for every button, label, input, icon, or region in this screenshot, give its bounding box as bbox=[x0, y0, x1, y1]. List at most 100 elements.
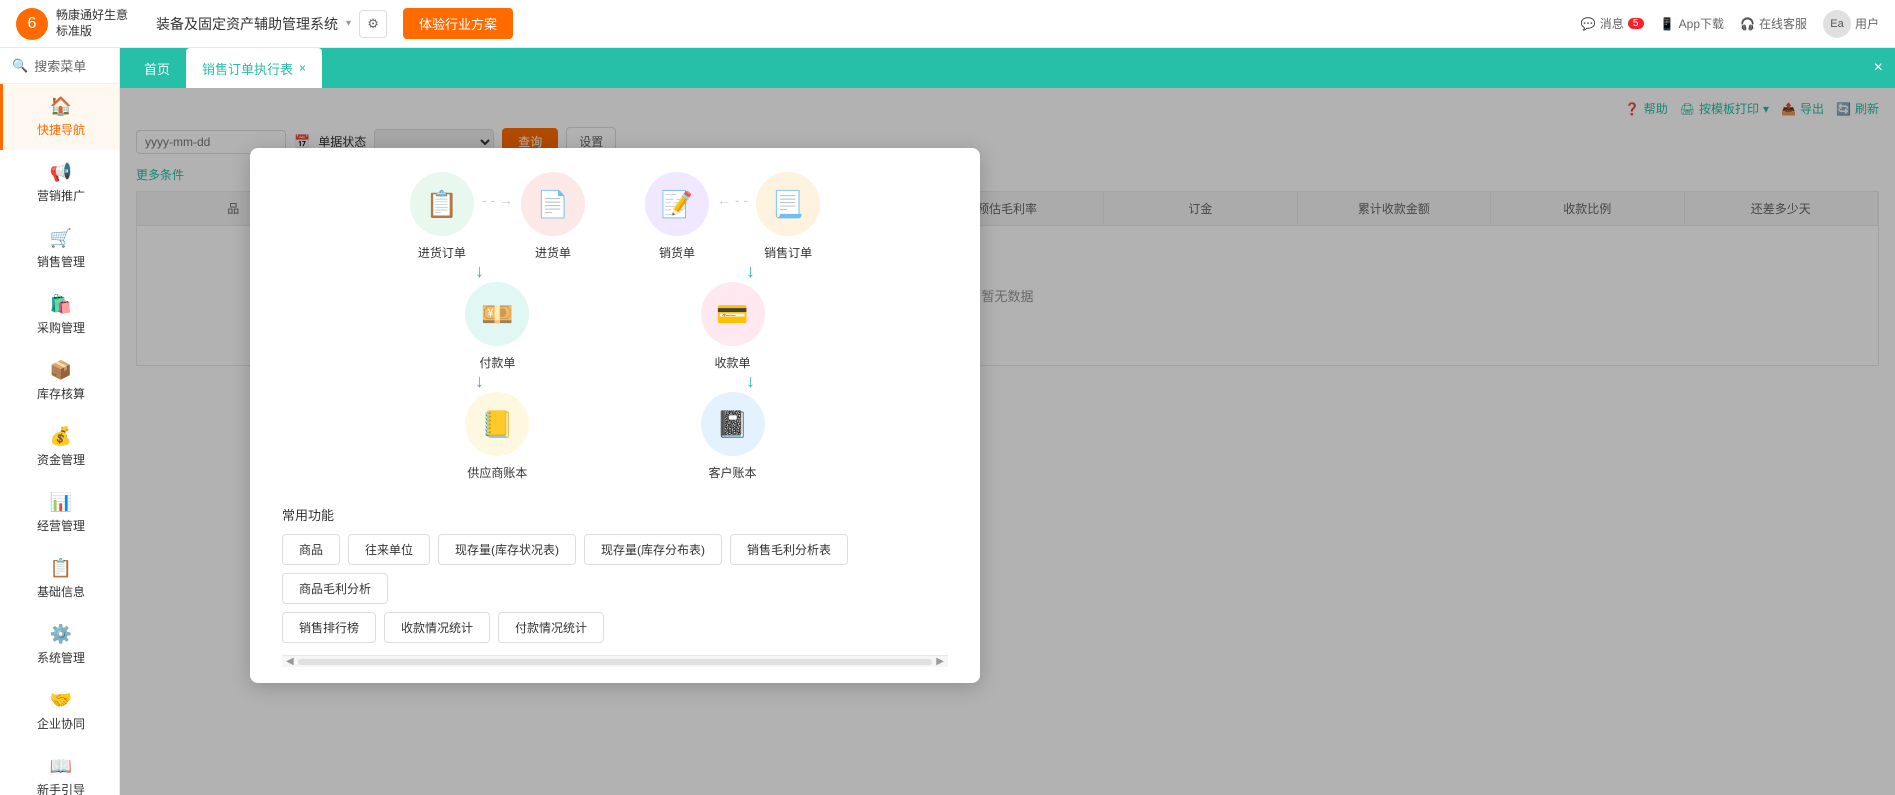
sales-icon: 🛒 bbox=[50, 228, 72, 249]
v-arrow-customer: ↓ bbox=[746, 371, 755, 392]
quick-nav-icon: 🏠 bbox=[50, 96, 72, 117]
sidebar-item-guide[interactable]: 📖 新手引导 bbox=[0, 744, 119, 795]
top-header: 6 畅康通好生意 标准版 装备及固定资产辅助管理系统 ▾ ⚙ 体验行业方案 💬 … bbox=[0, 0, 1895, 48]
tab-close-icon[interactable]: × bbox=[299, 61, 306, 75]
online-service-button[interactable]: 🎧 在线客服 bbox=[1740, 15, 1807, 32]
common-func-button[interactable]: 往来单位 bbox=[348, 534, 430, 565]
tab-close-right-button[interactable]: × bbox=[1870, 55, 1887, 81]
scroll-area: ◀ ▶ bbox=[282, 655, 948, 667]
online-service-label: 在线客服 bbox=[1759, 15, 1807, 32]
system-label: 系统管理 bbox=[37, 649, 85, 666]
header-right: 💬 消息 5 📱 App下载 🎧 在线客服 Ea 用户 bbox=[1581, 10, 1879, 38]
flow-item-sales-order[interactable]: 📃 销售订单 bbox=[756, 172, 820, 261]
avatar: Ea bbox=[1823, 10, 1851, 38]
common-func-button[interactable]: 现存量(库存分布表) bbox=[584, 534, 722, 565]
flow-item-purchase-slip[interactable]: 📄 进货单 bbox=[521, 172, 585, 261]
user-label: 用户 bbox=[1855, 15, 1879, 32]
common-func-button[interactable]: 商品 bbox=[282, 534, 340, 565]
marketing-label: 营销推广 bbox=[37, 187, 85, 204]
brand-line1: 畅康通好生意 bbox=[56, 8, 128, 24]
flow-item-supplier-ledger[interactable]: 📒 供应商账本 bbox=[465, 392, 529, 481]
supplier-ledger-icon: 📒 bbox=[465, 392, 529, 456]
flow-diagram: 📋 进货订单 - - → 📄 进货单 bbox=[282, 172, 948, 481]
flow-col-right: 📝 销货单 ← - - 📃 销售订单 bbox=[645, 172, 820, 481]
customer-ledger-label: 客户账本 bbox=[709, 464, 757, 481]
scroll-bar[interactable] bbox=[298, 659, 933, 665]
search-icon: 🔍 bbox=[12, 58, 28, 74]
flow-item-customer-ledger[interactable]: 📓 客户账本 bbox=[701, 392, 765, 481]
sales-slip-icon: 📝 bbox=[645, 172, 709, 236]
v-arrow-receipt: ↓ bbox=[746, 261, 755, 282]
app-download-button[interactable]: 📱 App下载 bbox=[1660, 15, 1724, 32]
v-arrow-supplier: ↓ bbox=[475, 371, 484, 392]
operations-label: 经营管理 bbox=[37, 517, 85, 534]
message-icon: 💬 bbox=[1581, 17, 1596, 31]
payment-icon: 💴 bbox=[465, 282, 529, 346]
finance-label: 资金管理 bbox=[37, 451, 85, 468]
receipt-icon: 💳 bbox=[701, 282, 765, 346]
common-title: 常用功能 bbox=[282, 505, 948, 524]
flow-row-bottom-left: 💴 付款单 bbox=[465, 282, 529, 371]
tab-home[interactable]: 首页 bbox=[128, 48, 186, 88]
quick-nav-label: 快捷导航 bbox=[37, 121, 85, 138]
sidebar-item-sales[interactable]: 🛒 销售管理 bbox=[0, 216, 119, 282]
guide-icon: 📖 bbox=[50, 756, 72, 777]
flow-row-supplier: 📒 供应商账本 bbox=[465, 392, 529, 481]
common-buttons-row1: 商品往来单位现存量(库存状况表) 现存量(库存分布表) 销售毛利分析表商品毛利分析 bbox=[282, 534, 948, 604]
payment-label: 付款单 bbox=[479, 354, 515, 371]
experience-button[interactable]: 体验行业方案 bbox=[403, 8, 513, 39]
search-label: 搜索菜单 bbox=[34, 56, 86, 75]
common-func-button[interactable]: 付款情况统计 bbox=[498, 612, 604, 643]
sidebar-item-inventory[interactable]: 📦 库存核算 bbox=[0, 348, 119, 414]
sidebar-search[interactable]: 🔍 搜索菜单 bbox=[0, 48, 119, 84]
flow-col-left: 📋 进货订单 - - → 📄 进货单 bbox=[410, 172, 585, 481]
common-func-button[interactable]: 销售排行榜 bbox=[282, 612, 376, 643]
flow-item-payment[interactable]: 💴 付款单 bbox=[465, 282, 529, 371]
purchase-slip-label: 进货单 bbox=[535, 244, 571, 261]
flow-item-receipt[interactable]: 💳 收款单 bbox=[701, 282, 765, 371]
sidebar-item-marketing[interactable]: 📢 营销推广 bbox=[0, 150, 119, 216]
purchase-slip-icon: 📄 bbox=[521, 172, 585, 236]
scroll-right-button[interactable]: ▶ bbox=[936, 656, 944, 667]
tab-sales-order[interactable]: 销售订单执行表 × bbox=[186, 48, 322, 88]
sales-slip-label: 销货单 bbox=[659, 244, 695, 261]
user-area[interactable]: Ea 用户 bbox=[1823, 10, 1879, 38]
sidebar-item-quick-nav[interactable]: 🏠 快捷导航 bbox=[0, 84, 119, 150]
avatar-text: Ea bbox=[1830, 18, 1843, 30]
common-func-button[interactable]: 商品毛利分析 bbox=[282, 573, 388, 604]
marketing-icon: 📢 bbox=[50, 162, 72, 183]
flow-item-sales-slip[interactable]: 📝 销货单 bbox=[645, 172, 709, 261]
sidebar-item-basic-info[interactable]: 📋 基础信息 bbox=[0, 546, 119, 612]
basic-info-label: 基础信息 bbox=[37, 583, 85, 600]
system-icon: ⚙️ bbox=[50, 624, 72, 645]
sidebar-items: 🏠 快捷导航 📢 营销推广 🛒 销售管理 🛍️ 采购管理 📦 库存核算 💰 资金… bbox=[0, 84, 119, 795]
tab-bar: 首页 销售订单执行表 × × bbox=[120, 48, 1895, 88]
sidebar-item-purchase[interactable]: 🛍️ 采购管理 bbox=[0, 282, 119, 348]
brand-line2: 标准版 bbox=[56, 24, 128, 40]
common-func-button[interactable]: 销售毛利分析表 bbox=[730, 534, 848, 565]
sidebar-item-enterprise[interactable]: 🤝 企业协同 bbox=[0, 678, 119, 744]
common-func-button[interactable]: 收款情况统计 bbox=[384, 612, 490, 643]
logo-icon: 6 bbox=[16, 8, 48, 40]
enterprise-label: 企业协同 bbox=[37, 715, 85, 732]
system-name: 装备及固定资产辅助管理系统 bbox=[156, 14, 338, 34]
sidebar-item-system[interactable]: ⚙️ 系统管理 bbox=[0, 612, 119, 678]
settings-button[interactable]: ⚙ bbox=[359, 10, 387, 38]
receipt-label: 收款单 bbox=[715, 354, 751, 371]
finance-icon: 💰 bbox=[50, 426, 72, 447]
purchase-order-label: 进货订单 bbox=[418, 244, 466, 261]
flow-item-purchase-order[interactable]: 📋 进货订单 bbox=[410, 172, 474, 261]
sidebar-item-finance[interactable]: 💰 资金管理 bbox=[0, 414, 119, 480]
app-download-label: App下载 bbox=[1679, 15, 1724, 32]
common-func-button[interactable]: 现存量(库存状况表) bbox=[438, 534, 576, 565]
phone-icon: 📱 bbox=[1660, 17, 1675, 31]
message-button[interactable]: 💬 消息 5 bbox=[1581, 15, 1644, 32]
scroll-left-button[interactable]: ◀ bbox=[286, 656, 294, 667]
logo-char: 6 bbox=[28, 15, 37, 33]
logo-area: 6 畅康通好生意 标准版 bbox=[16, 8, 136, 40]
sales-order-label: 销售订单 bbox=[764, 244, 812, 261]
sidebar-item-operations[interactable]: 📊 经营管理 bbox=[0, 480, 119, 546]
guide-label: 新手引导 bbox=[37, 781, 85, 795]
dropdown-arrow-icon: ▾ bbox=[346, 18, 351, 29]
message-badge: 5 bbox=[1628, 18, 1644, 29]
